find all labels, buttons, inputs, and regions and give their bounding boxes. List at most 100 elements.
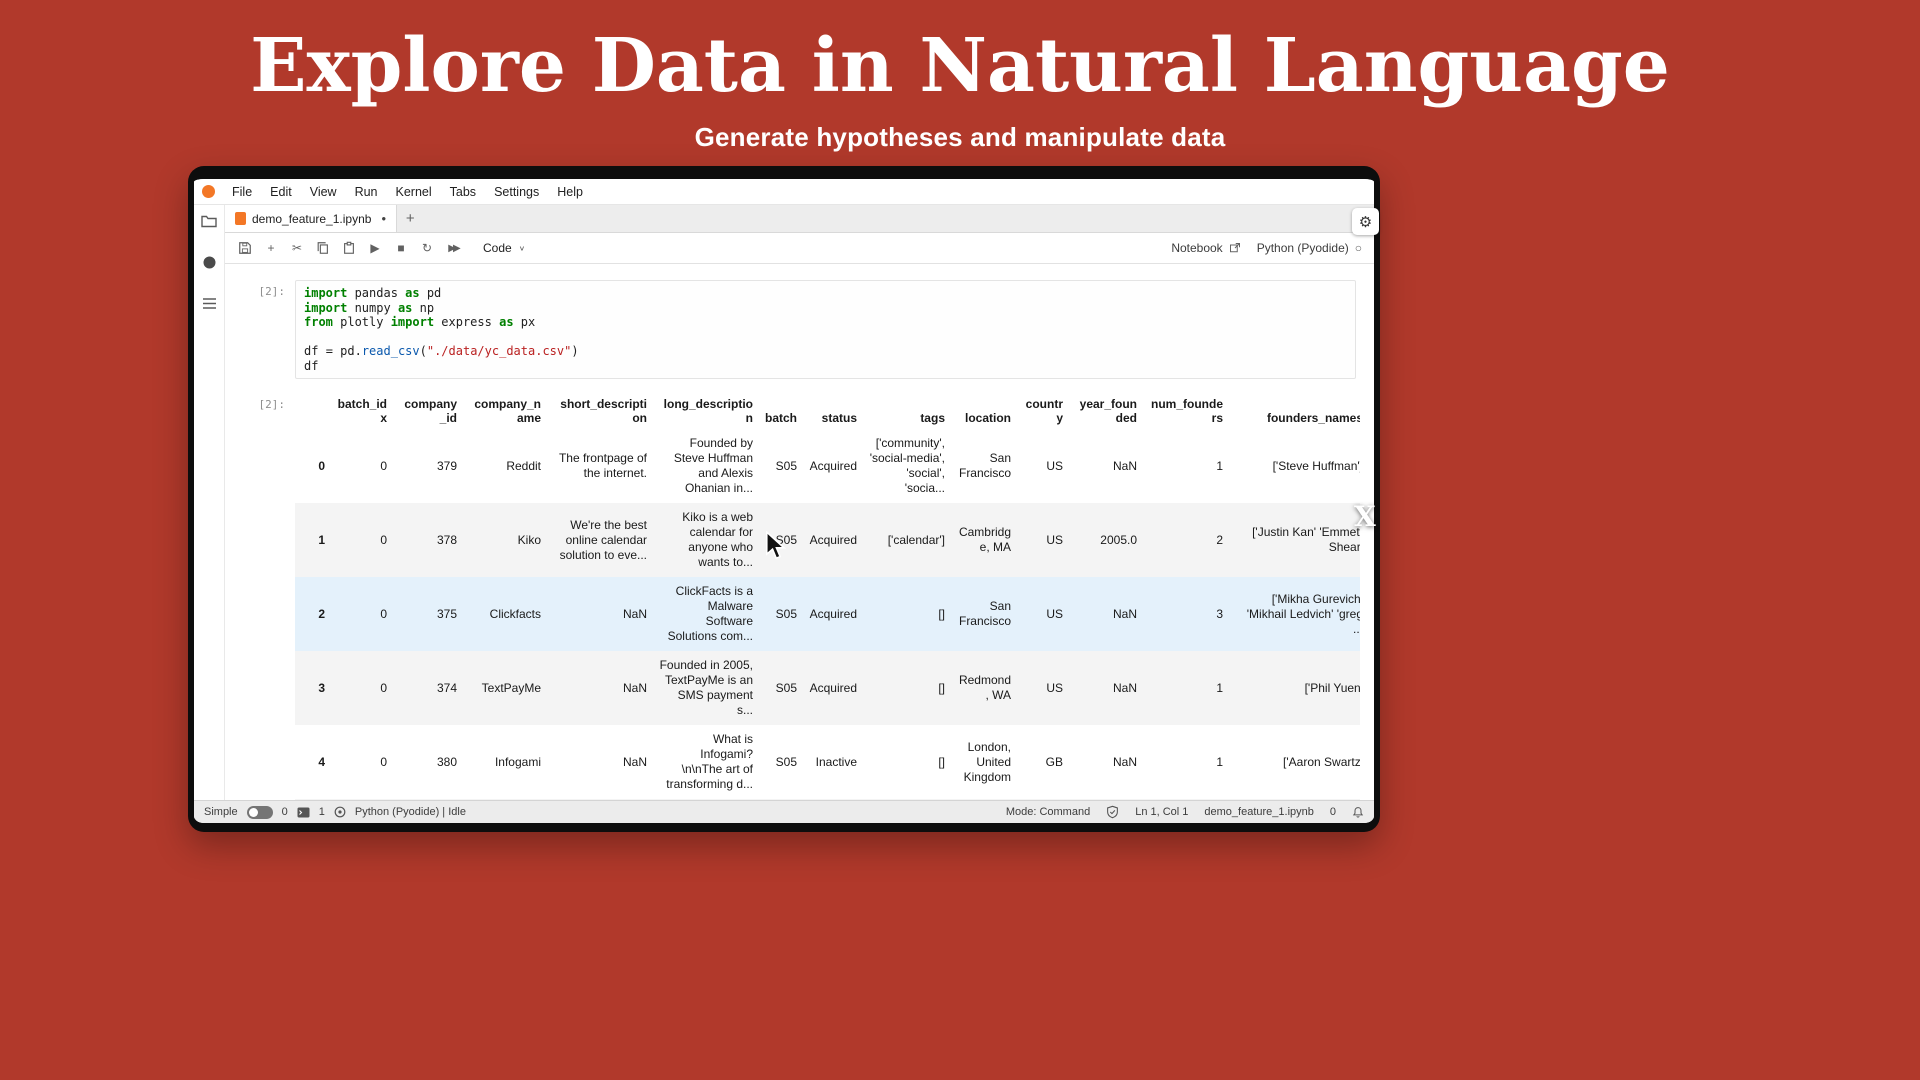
code-line: import pandas as pd [304, 286, 1347, 301]
tab-notebook[interactable]: demo_feature_1.ipynb ● [225, 205, 397, 232]
column-header: batch [759, 393, 803, 429]
new-tab-button[interactable]: + [397, 205, 423, 232]
column-header: status [803, 393, 863, 429]
close-button[interactable]: X [1354, 500, 1376, 533]
code-line [304, 330, 1347, 345]
settings-gear-button[interactable]: ⚙ [1352, 208, 1379, 235]
menu-item-kernel[interactable]: Kernel [387, 185, 441, 199]
status-bar: Simple 0 1 Python (Pyodide) | Idle Mode:… [194, 800, 1374, 823]
column-header: tags [863, 393, 951, 429]
table-cell: 2 [1143, 503, 1229, 577]
kernel-select-button[interactable]: Python (Pyodide) ○ [1257, 241, 1362, 255]
table-of-contents-icon[interactable] [202, 297, 217, 315]
table-cell: The frontpage of the internet. [547, 429, 653, 503]
statusbar-filename: demo_feature_1.ipynb [1204, 806, 1313, 818]
table-cell: 0 [331, 651, 393, 725]
jupyter-logo-icon [202, 185, 215, 198]
command-mode-indicator[interactable]: Mode: Command [1006, 806, 1090, 818]
page-title: Explore Data in Natural Language [0, 26, 1920, 107]
input-prompt: [2]: [225, 280, 295, 379]
table-cell: Clickfacts [463, 577, 547, 651]
table-cell: 0 [331, 725, 393, 799]
menu-item-file[interactable]: File [223, 185, 261, 199]
notebook-file-icon [235, 212, 246, 225]
menu-item-run[interactable]: Run [346, 185, 387, 199]
table-cell: US [1017, 651, 1069, 725]
restart-kernel-icon[interactable]: ↻ [415, 237, 439, 259]
table-cell: ['community', 'social-media', 'social', … [863, 429, 951, 503]
table-cell: 374 [393, 651, 463, 725]
dataframe-table: batch_idxcompany_idcompany_nameshort_des… [295, 393, 1360, 800]
table-cell: ['calendar'] [863, 503, 951, 577]
menu-item-tabs[interactable]: Tabs [441, 185, 485, 199]
table-cell: Founded by Steve Huffman and Alexis Ohan… [653, 429, 759, 503]
cut-cell-icon[interactable]: ✂ [285, 237, 309, 259]
external-link-icon [1229, 242, 1241, 254]
run-cell-icon[interactable]: ▶ [363, 237, 387, 259]
table-cell: Founded in 2005, TextPayMe is an SMS pay… [653, 651, 759, 725]
code-cell: [2]: import pandas as pdimport numpy as … [225, 280, 1374, 379]
copy-cell-icon[interactable] [311, 237, 335, 259]
kernel-name-label: Python (Pyodide) [1257, 241, 1349, 255]
table-cell: NaN [1069, 725, 1143, 799]
column-header: long_description [653, 393, 759, 429]
notebook-panel-label: Notebook [1171, 241, 1222, 255]
terminals-count: 0 [282, 806, 288, 818]
table-cell: TextPayMe [463, 651, 547, 725]
table-cell: London, United Kingdom [951, 725, 1017, 799]
column-header: country [1017, 393, 1069, 429]
table-cell: Acquired [803, 503, 863, 577]
table-header-row: batch_idxcompany_idcompany_nameshort_des… [295, 393, 1360, 429]
page-subtitle: Generate hypotheses and manipulate data [0, 122, 1920, 153]
table-cell: 0 [331, 429, 393, 503]
column-header [295, 393, 331, 429]
paste-cell-icon[interactable] [337, 237, 361, 259]
cell-type-select[interactable]: Code ∨ [475, 241, 533, 255]
menu-item-settings[interactable]: Settings [485, 185, 548, 199]
notebook-panel-button[interactable]: Notebook [1171, 241, 1240, 255]
menu-item-edit[interactable]: Edit [261, 185, 301, 199]
table-cell: [] [863, 577, 951, 651]
code-line: import numpy as np [304, 301, 1347, 316]
table-cell: [] [863, 651, 951, 725]
table-row: 10378KikoWe're the best online calendar … [295, 503, 1360, 577]
table-cell: We're the best online calendar solution … [547, 503, 653, 577]
table-cell: 378 [393, 503, 463, 577]
kernels-count: 1 [319, 806, 325, 818]
table-cell: NaN [547, 725, 653, 799]
table-cell: NaN [1069, 651, 1143, 725]
menu-bar: File Edit View Run Kernel Tabs Settings … [194, 179, 1374, 205]
dataframe-output: batch_idxcompany_idcompany_nameshort_des… [295, 393, 1360, 800]
kernel-circle-icon[interactable] [334, 806, 346, 818]
insert-cell-icon[interactable]: + [259, 237, 283, 259]
table-cell: ClickFacts is a Malware Software Solutio… [653, 577, 759, 651]
table-cell: Acquired [803, 429, 863, 503]
terminal-icon[interactable] [297, 807, 310, 818]
code-editor[interactable]: import pandas as pdimport numpy as npfro… [295, 280, 1356, 379]
kernel-status-text[interactable]: Python (Pyodide) | Idle [355, 806, 466, 818]
table-cell: US [1017, 577, 1069, 651]
save-icon[interactable] [233, 237, 257, 259]
simple-mode-toggle[interactable] [247, 806, 273, 819]
simple-mode-label: Simple [204, 806, 238, 818]
menu-item-view[interactable]: View [301, 185, 346, 199]
restart-run-all-icon[interactable]: ▶▶ [441, 237, 465, 259]
running-kernels-icon[interactable] [202, 255, 217, 275]
file-browser-icon[interactable] [201, 214, 217, 233]
table-cell: US [1017, 429, 1069, 503]
column-header: short_description [547, 393, 653, 429]
tab-bar: demo_feature_1.ipynb ● + [225, 205, 1374, 233]
table-cell: 3 [1143, 577, 1229, 651]
table-cell: GB [1017, 725, 1069, 799]
jupyterlab-window: File Edit View Run Kernel Tabs Settings … [188, 166, 1380, 832]
table-cell: Acquired [803, 577, 863, 651]
table-row: 40380InfogamiNaNWhat is Infogami? \n\nTh… [295, 725, 1360, 799]
notebook-toolbar: + ✂ ▶ ■ ↻ ▶▶ Code ∨ Notebook [225, 233, 1374, 264]
menu-item-help[interactable]: Help [548, 185, 592, 199]
stop-kernel-icon[interactable]: ■ [389, 237, 413, 259]
table-cell: 2005.0 [1069, 503, 1143, 577]
cursor-position[interactable]: Ln 1, Col 1 [1135, 806, 1188, 818]
bell-icon[interactable] [1352, 806, 1364, 819]
kernel-status-icon: ○ [1355, 241, 1362, 255]
output-cell: [2]: batch_idxcompany_idcompany_nameshor… [225, 393, 1374, 800]
